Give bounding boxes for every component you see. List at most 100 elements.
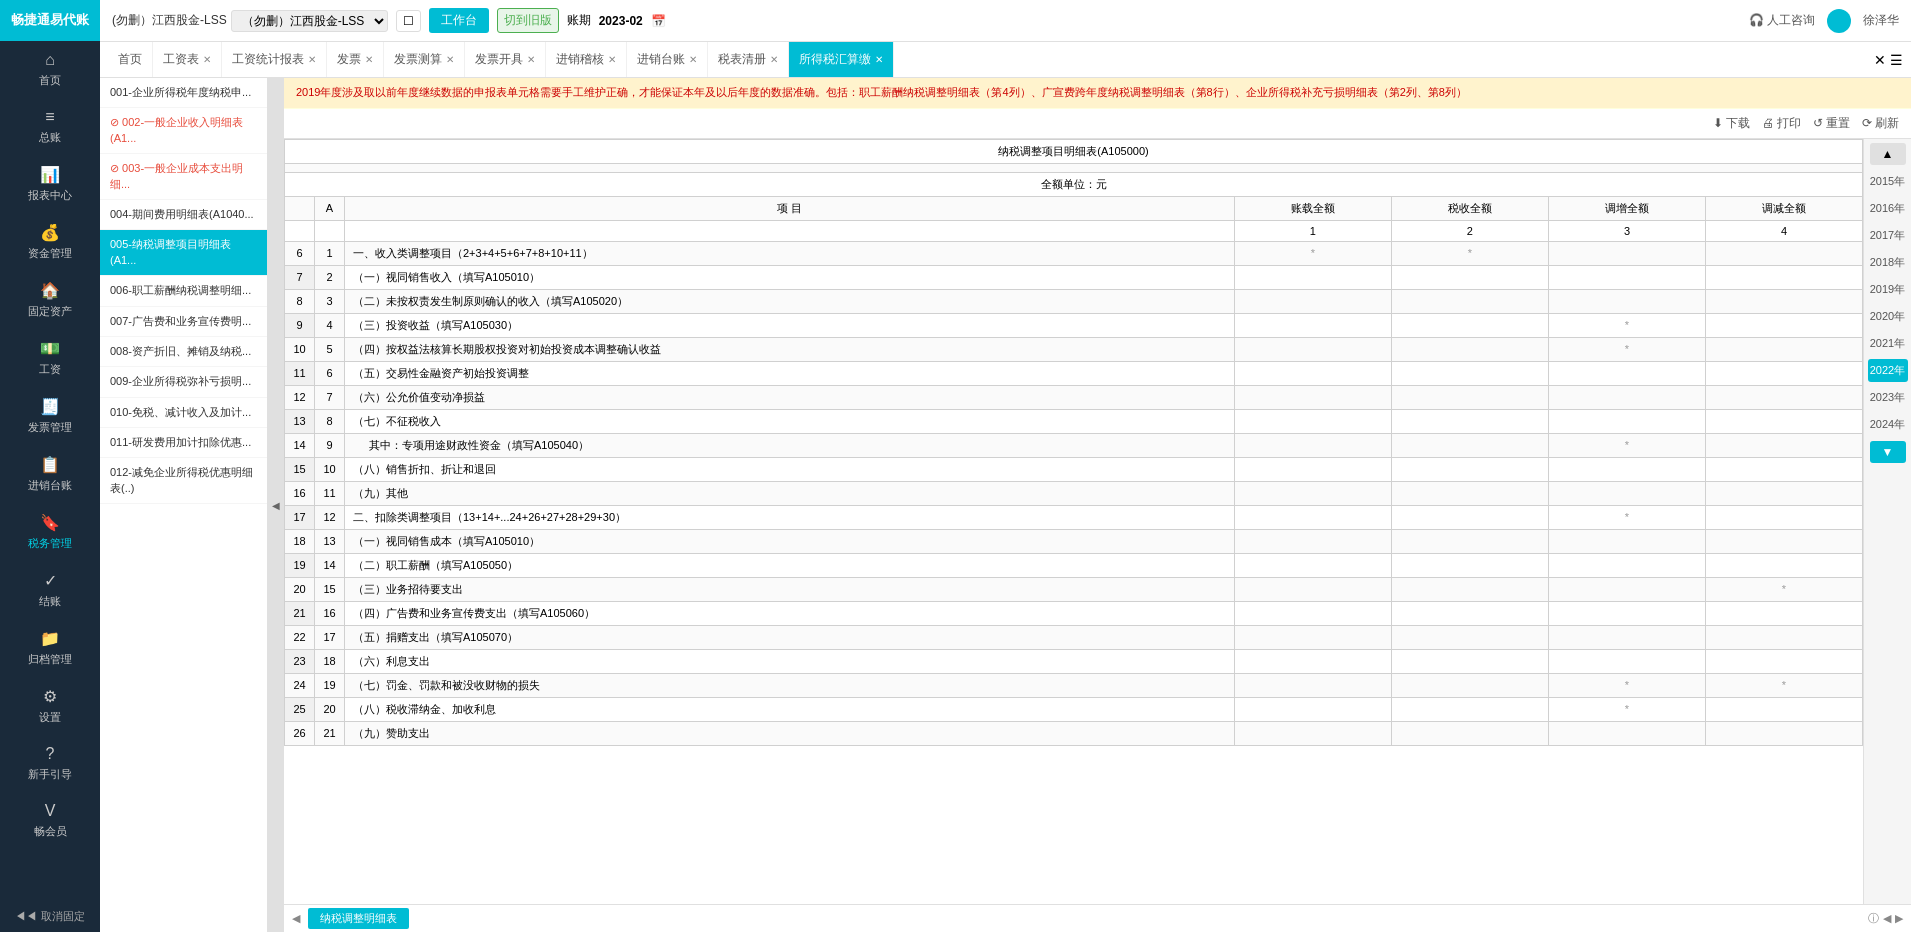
cell-14-d[interactable] bbox=[1391, 433, 1548, 457]
tab-payroll-stat-close[interactable]: ✕ bbox=[308, 54, 316, 65]
cell-17-e[interactable]: * bbox=[1548, 505, 1705, 529]
sidebar-item-guide[interactable]: ? 新手引导 bbox=[0, 735, 100, 792]
cell-11-e[interactable] bbox=[1548, 361, 1705, 385]
cell-22-e[interactable] bbox=[1548, 625, 1705, 649]
cell-16-d[interactable] bbox=[1391, 481, 1548, 505]
cell-7-e[interactable] bbox=[1548, 265, 1705, 289]
list-item-003[interactable]: ⊘ 003-一般企业成本支出明细... bbox=[100, 154, 267, 200]
tab-payroll-close[interactable]: ✕ bbox=[203, 54, 211, 65]
user-service[interactable]: 🎧 人工咨询 bbox=[1749, 12, 1815, 29]
cell-21-f[interactable] bbox=[1705, 601, 1862, 625]
list-item-002[interactable]: ⊘ 002-一般企业收入明细表(A1... bbox=[100, 108, 267, 154]
tab-invoice-close[interactable]: ✕ bbox=[365, 54, 373, 65]
cell-22-f[interactable] bbox=[1705, 625, 1862, 649]
cell-6-d[interactable]: * bbox=[1391, 241, 1548, 265]
cell-17-f[interactable] bbox=[1705, 505, 1862, 529]
sidebar-item-settings[interactable]: ⚙ 设置 bbox=[0, 677, 100, 735]
goto-old-button[interactable]: 切到旧版 bbox=[497, 8, 559, 33]
cell-15-c[interactable] bbox=[1234, 457, 1391, 481]
tab-invoice-calc[interactable]: 发票测算 ✕ bbox=[384, 42, 465, 78]
cell-14-e[interactable]: * bbox=[1548, 433, 1705, 457]
year-nav-up[interactable]: ▲ bbox=[1870, 143, 1906, 165]
tab-purchase-check-close[interactable]: ✕ bbox=[608, 54, 616, 65]
year-2022[interactable]: 2022年 bbox=[1868, 359, 1908, 382]
minimize-icon[interactable]: ☰ bbox=[1890, 52, 1903, 68]
cell-9-e[interactable]: * bbox=[1548, 313, 1705, 337]
cell-16-f[interactable] bbox=[1705, 481, 1862, 505]
cell-11-f[interactable] bbox=[1705, 361, 1862, 385]
sidebar-item-ledger[interactable]: ≡ 总账 bbox=[0, 98, 100, 155]
cell-7-d[interactable] bbox=[1391, 265, 1548, 289]
download-btn[interactable]: ⬇ 下载 bbox=[1713, 115, 1750, 132]
cell-6-f[interactable] bbox=[1705, 241, 1862, 265]
tab-income-tax-close[interactable]: ✕ bbox=[875, 54, 883, 65]
cell-13-d[interactable] bbox=[1391, 409, 1548, 433]
cell-21-e[interactable] bbox=[1548, 601, 1705, 625]
cell-25-f[interactable] bbox=[1705, 697, 1862, 721]
year-2017[interactable]: 2017年 bbox=[1868, 224, 1908, 247]
cell-8-e[interactable] bbox=[1548, 289, 1705, 313]
collapse-panel-btn[interactable]: ◀ bbox=[268, 78, 284, 932]
sidebar-item-invoice[interactable]: 🧾 发票管理 bbox=[0, 387, 100, 445]
year-2019[interactable]: 2019年 bbox=[1868, 278, 1908, 301]
cell-26-c[interactable] bbox=[1234, 721, 1391, 745]
cell-19-d[interactable] bbox=[1391, 553, 1548, 577]
cell-12-f[interactable] bbox=[1705, 385, 1862, 409]
sidebar-item-fixed-assets[interactable]: 🏠 固定资产 bbox=[0, 271, 100, 329]
year-2016[interactable]: 2016年 bbox=[1868, 197, 1908, 220]
cell-14-f[interactable] bbox=[1705, 433, 1862, 457]
cell-13-c[interactable] bbox=[1234, 409, 1391, 433]
close-all-icon[interactable]: ✕ bbox=[1874, 52, 1886, 68]
cell-11-d[interactable] bbox=[1391, 361, 1548, 385]
cell-10-e[interactable]: * bbox=[1548, 337, 1705, 361]
period-icon[interactable]: 📅 bbox=[651, 14, 666, 28]
tab-tax-list-close[interactable]: ✕ bbox=[770, 54, 778, 65]
list-item-004[interactable]: 004-期间费用明细表(A1040... bbox=[100, 200, 267, 230]
cell-10-c[interactable] bbox=[1234, 337, 1391, 361]
list-item-010[interactable]: 010-免税、减计收入及加计... bbox=[100, 398, 267, 428]
tab-payroll-stat[interactable]: 工资统计报表 ✕ bbox=[222, 42, 327, 78]
tab-income-tax[interactable]: 所得税汇算缴 ✕ bbox=[789, 42, 894, 78]
cell-19-c[interactable] bbox=[1234, 553, 1391, 577]
list-item-011[interactable]: 011-研发费用加计扣除优惠... bbox=[100, 428, 267, 458]
cell-26-d[interactable] bbox=[1391, 721, 1548, 745]
cell-12-e[interactable] bbox=[1548, 385, 1705, 409]
cell-26-e[interactable] bbox=[1548, 721, 1705, 745]
cell-10-d[interactable] bbox=[1391, 337, 1548, 361]
cell-15-f[interactable] bbox=[1705, 457, 1862, 481]
sidebar-item-report[interactable]: 📊 报表中心 bbox=[0, 155, 100, 213]
sidebar-item-payroll[interactable]: 💵 工资 bbox=[0, 329, 100, 387]
cell-19-e[interactable] bbox=[1548, 553, 1705, 577]
cell-10-f[interactable] bbox=[1705, 337, 1862, 361]
tab-invoice-calc-close[interactable]: ✕ bbox=[446, 54, 454, 65]
sidebar-item-close[interactable]: ✓ 结账 bbox=[0, 561, 100, 619]
cell-9-d[interactable] bbox=[1391, 313, 1548, 337]
cell-15-d[interactable] bbox=[1391, 457, 1548, 481]
sidebar-item-tax[interactable]: 🔖 税务管理 bbox=[0, 503, 100, 561]
cell-6-c[interactable]: * bbox=[1234, 241, 1391, 265]
cell-23-d[interactable] bbox=[1391, 649, 1548, 673]
cell-18-d[interactable] bbox=[1391, 529, 1548, 553]
scroll-next[interactable]: ▶ bbox=[1895, 912, 1903, 925]
cell-24-c[interactable] bbox=[1234, 673, 1391, 697]
cell-7-c[interactable] bbox=[1234, 265, 1391, 289]
cell-26-f[interactable] bbox=[1705, 721, 1862, 745]
tab-purchase-ledger[interactable]: 进销台账 ✕ bbox=[627, 42, 708, 78]
cell-8-f[interactable] bbox=[1705, 289, 1862, 313]
cell-21-c[interactable] bbox=[1234, 601, 1391, 625]
cell-18-e[interactable] bbox=[1548, 529, 1705, 553]
reset-btn[interactable]: ↺ 重置 bbox=[1813, 115, 1850, 132]
cell-25-d[interactable] bbox=[1391, 697, 1548, 721]
cell-15-e[interactable] bbox=[1548, 457, 1705, 481]
cell-17-c[interactable] bbox=[1234, 505, 1391, 529]
tab-purchase-check[interactable]: 进销稽核 ✕ bbox=[546, 42, 627, 78]
list-item-012[interactable]: 012-减免企业所得税优惠明细表(..) bbox=[100, 458, 267, 504]
sidebar-item-home[interactable]: ⌂ 首页 bbox=[0, 41, 100, 98]
cell-12-c[interactable] bbox=[1234, 385, 1391, 409]
cell-8-c[interactable] bbox=[1234, 289, 1391, 313]
tab-tax-list[interactable]: 税表清册 ✕ bbox=[708, 42, 789, 78]
list-item-007[interactable]: 007-广告费和业务宣传费明... bbox=[100, 307, 267, 337]
scroll-prev[interactable]: ◀ bbox=[1883, 912, 1891, 925]
cell-22-c[interactable] bbox=[1234, 625, 1391, 649]
cell-20-c[interactable] bbox=[1234, 577, 1391, 601]
